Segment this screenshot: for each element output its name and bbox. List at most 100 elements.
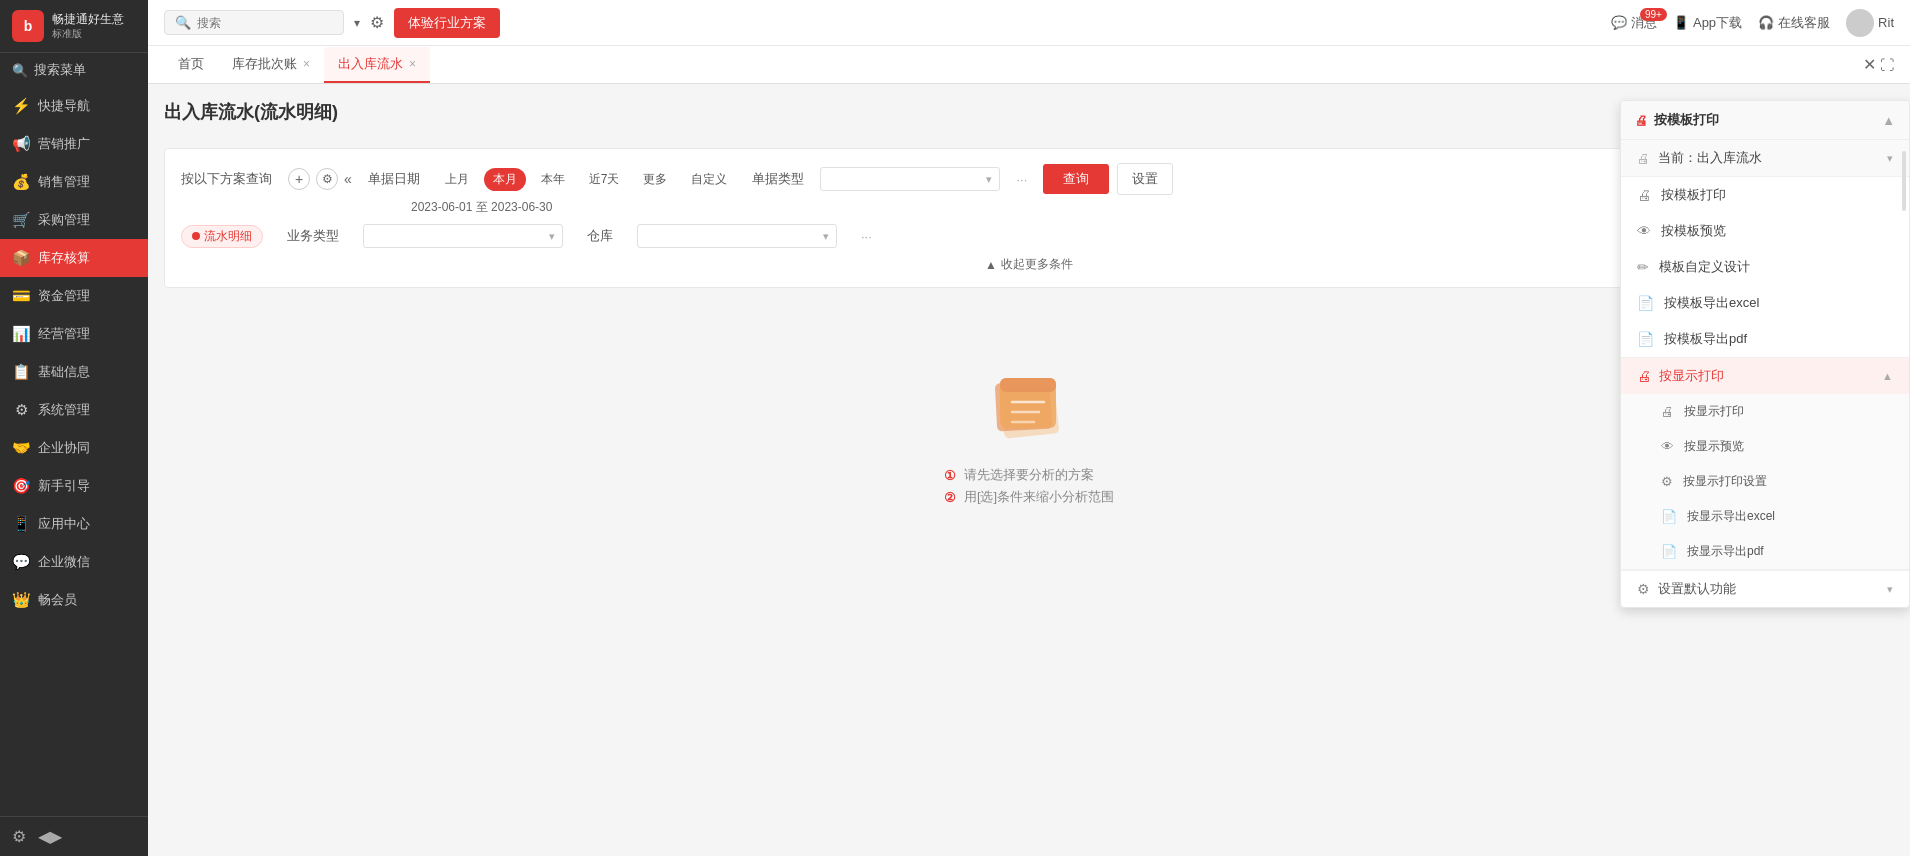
receipt-type-more-icon[interactable]: ···: [1016, 172, 1027, 187]
avatar: [1846, 9, 1874, 37]
sidebar-item-label: 库存核算: [38, 249, 90, 267]
template-excel-label: 按模板导出excel: [1664, 294, 1759, 312]
sidebar-item-marketing[interactable]: 📢 营销推广: [0, 125, 148, 163]
tabs-expand-icon[interactable]: ⛶: [1880, 57, 1894, 73]
search-input[interactable]: [197, 16, 317, 30]
dropdown-display-export-excel[interactable]: 📄 按显示导出excel: [1621, 499, 1909, 534]
dropdown-template-export-pdf[interactable]: 📄 按模板导出pdf: [1621, 321, 1909, 357]
operation-icon: 📊: [12, 325, 30, 343]
message-icon: 💬: [1611, 15, 1627, 30]
tab-batch-account[interactable]: 库存批次账 ×: [218, 47, 324, 83]
inventory-icon: 📦: [12, 249, 30, 267]
sales-icon: 💰: [12, 173, 30, 191]
online-service-button[interactable]: 🎧 在线客服: [1758, 14, 1830, 32]
tabs-close-all-icon[interactable]: ✕: [1863, 55, 1876, 74]
display-settings-icon: ⚙: [1661, 474, 1673, 489]
receipt-type-select-wrap: [820, 167, 1000, 191]
sidebar-item-quick-nav[interactable]: ⚡ 快捷导航: [0, 87, 148, 125]
display-excel-icon: 📄: [1661, 509, 1677, 524]
warehouse-select[interactable]: [637, 224, 837, 248]
sidebar-search[interactable]: 🔍 搜索菜单: [0, 53, 148, 87]
dropdown-header-actions: ▲: [1882, 113, 1895, 128]
sidebar-item-wechat[interactable]: 💬 企业微信: [0, 543, 148, 581]
dropdown-template-custom[interactable]: ✏ 模板自定义设计: [1621, 249, 1909, 285]
settings-button[interactable]: 设置: [1117, 163, 1173, 195]
receipt-type-select[interactable]: [820, 167, 1000, 191]
date-btn-more[interactable]: 更多: [634, 168, 676, 191]
sidebar-item-system[interactable]: ⚙ 系统管理: [0, 391, 148, 429]
dropdown-title-text: 按模板打印: [1654, 111, 1719, 129]
topbar-gear-icon[interactable]: ⚙: [370, 13, 384, 32]
dropdown-display-print-section[interactable]: 🖨 按显示打印 ▲: [1621, 358, 1909, 394]
date-btn-custom[interactable]: 自定义: [682, 168, 736, 191]
dropdown-scrollbar[interactable]: [1902, 151, 1906, 211]
sidebar-item-guide[interactable]: 🎯 新手引导: [0, 467, 148, 505]
marketing-icon: 📢: [12, 135, 30, 153]
business-type-select[interactable]: [363, 224, 563, 248]
tab-flow-close[interactable]: ×: [409, 57, 416, 71]
current-item-icon: 🖨: [1637, 151, 1650, 166]
print-header-icon: 🖨: [1635, 113, 1648, 128]
topbar-search[interactable]: 🔍: [164, 10, 344, 35]
sidebar-item-inventory[interactable]: 📦 库存核算: [0, 239, 148, 277]
topbar: 🔍 ▾ ⚙ 体验行业方案 💬 消息 99+ 📱 App下载 🎧 在线客服 Rit: [148, 0, 1910, 46]
sidebar-item-finance[interactable]: 💳 资金管理: [0, 277, 148, 315]
date-btn-current-month[interactable]: 本月: [484, 168, 526, 191]
template-excel-icon: 📄: [1637, 295, 1654, 311]
dropdown-template-preview[interactable]: 👁 按模板预览: [1621, 213, 1909, 249]
quick-nav-icon: ⚡: [12, 97, 30, 115]
tab-home-label: 首页: [178, 55, 204, 73]
filter-collapse-button[interactable]: «: [344, 171, 352, 187]
sidebar-item-purchase[interactable]: 🛒 采购管理: [0, 201, 148, 239]
headset-icon: 🎧: [1758, 15, 1774, 30]
dropdown-template-print[interactable]: 🖨 按模板打印: [1621, 177, 1909, 213]
filter-actions: + ⚙ «: [288, 168, 352, 190]
display-preview-icon: 👁: [1661, 439, 1674, 454]
template-print-icon: 🖨: [1637, 187, 1651, 203]
message-button[interactable]: 💬 消息 99+: [1611, 14, 1657, 32]
search-dropdown-arrow[interactable]: ▾: [354, 16, 360, 30]
filter-add-button[interactable]: +: [288, 168, 310, 190]
user-profile-button[interactable]: Rit: [1846, 9, 1894, 37]
toggle-sidebar-icon[interactable]: ◀▶: [38, 827, 62, 846]
warehouse-more-icon[interactable]: ···: [861, 229, 872, 244]
online-service-label: 在线客服: [1778, 14, 1830, 32]
collapse-more-button[interactable]: ▲ 收起更多条件: [985, 256, 1073, 273]
tab-home[interactable]: 首页: [164, 47, 218, 83]
dropdown-template-export-excel[interactable]: 📄 按模板导出excel: [1621, 285, 1909, 321]
filter-settings-button[interactable]: ⚙: [316, 168, 338, 190]
dropdown-close-icon[interactable]: ▲: [1882, 113, 1895, 128]
sidebar-item-label: 快捷导航: [38, 97, 90, 115]
sidebar-item-basic[interactable]: 📋 基础信息: [0, 353, 148, 391]
sidebar-item-label: 基础信息: [38, 363, 90, 381]
empty-num-1: ①: [944, 468, 956, 483]
query-button[interactable]: 查询: [1043, 164, 1109, 194]
trial-button[interactable]: 体验行业方案: [394, 8, 500, 38]
date-btn-prev-month[interactable]: 上月: [436, 168, 478, 191]
dropdown-current-item[interactable]: 🖨 当前：出入库流水 ▾: [1621, 140, 1909, 176]
topbar-search-icon: 🔍: [175, 15, 191, 30]
warehouse-label: 仓库: [587, 227, 613, 245]
dropdown-display-export-pdf[interactable]: 📄 按显示导出pdf: [1621, 534, 1909, 569]
sidebar-item-operation[interactable]: 📊 经营管理: [0, 315, 148, 353]
business-type-label: 业务类型: [287, 227, 339, 245]
dropdown-display-print[interactable]: 🖨 按显示打印: [1621, 394, 1909, 429]
tab-batch-account-close[interactable]: ×: [303, 57, 310, 71]
dropdown-header: 🖨 按模板打印 ▲: [1621, 101, 1909, 140]
template-pdf-label: 按模板导出pdf: [1664, 330, 1747, 348]
dropdown-display-preview[interactable]: 👁 按显示预览: [1621, 429, 1909, 464]
dropdown-set-default[interactable]: ⚙ 设置默认功能 ▾: [1621, 570, 1909, 607]
sidebar-item-label: 营销推广: [38, 135, 90, 153]
flow-detail-tag[interactable]: 流水明细: [181, 225, 263, 248]
sidebar-item-collab[interactable]: 🤝 企业协同: [0, 429, 148, 467]
date-btn-year[interactable]: 本年: [532, 168, 574, 191]
tab-flow[interactable]: 出入库流水 ×: [324, 47, 430, 83]
date-btn-7days[interactable]: 近7天: [580, 168, 629, 191]
settings-bottom-icon[interactable]: ⚙: [12, 827, 26, 846]
dropdown-display-print-settings[interactable]: ⚙ 按显示打印设置: [1621, 464, 1909, 499]
sidebar-item-sales[interactable]: 💰 销售管理: [0, 163, 148, 201]
app-download-button[interactable]: 📱 App下载: [1673, 14, 1742, 32]
sidebar-item-member[interactable]: 👑 畅会员: [0, 581, 148, 619]
display-excel-label: 按显示导出excel: [1687, 508, 1775, 525]
sidebar-item-app-center[interactable]: 📱 应用中心: [0, 505, 148, 543]
